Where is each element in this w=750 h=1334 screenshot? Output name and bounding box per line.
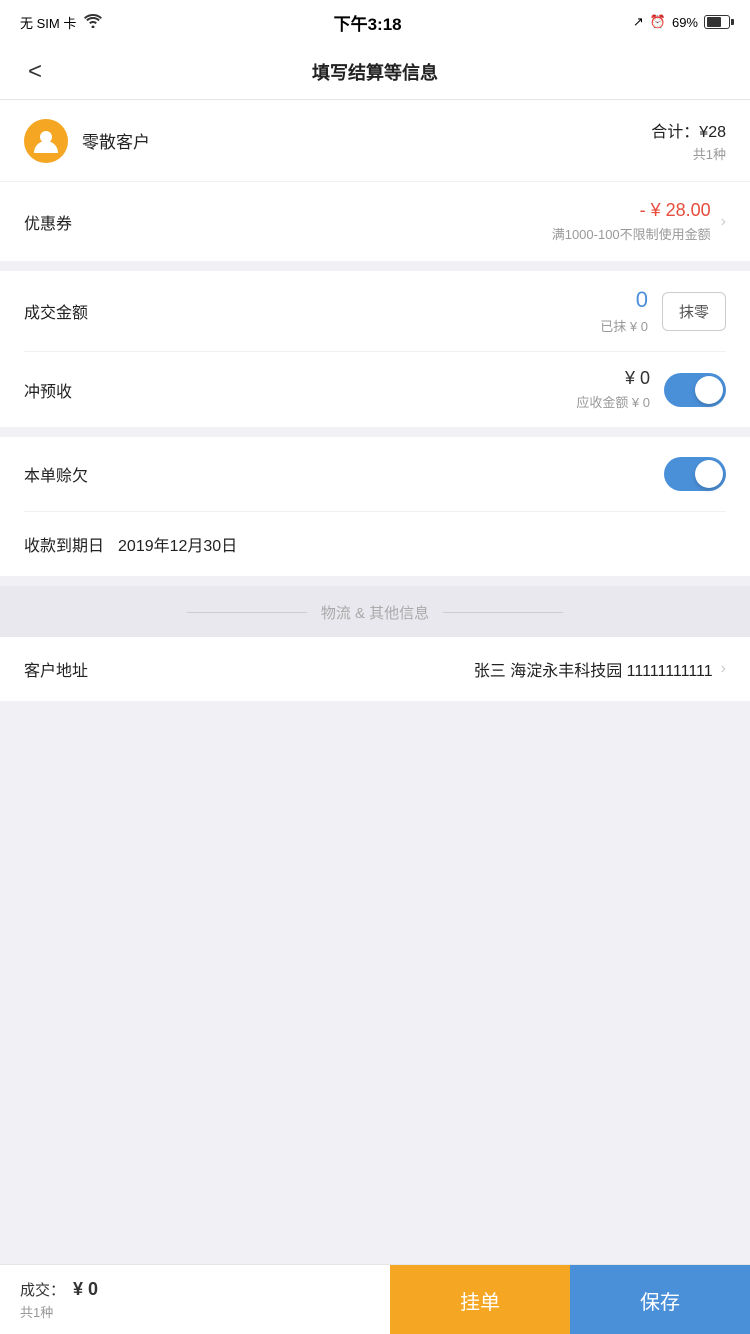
address-right: 张三 海淀永丰科技园 11111111111 ›: [474, 657, 726, 681]
coupon-row[interactable]: 优惠券 - ¥ 28.00 满1000-100不限制使用金额 ›: [0, 181, 750, 261]
empty-space: [0, 711, 750, 911]
prepayment-right: ¥ 0 应收金额 ¥ 0: [576, 368, 726, 411]
status-time: 下午3:18: [334, 10, 402, 35]
save-button[interactable]: 保存: [570, 1265, 750, 1334]
bottom-count: 共1种: [20, 1302, 370, 1321]
pending-button[interactable]: 挂单: [390, 1265, 570, 1334]
coupon-right: - ¥ 28.00 满1000-100不限制使用金额 ›: [552, 200, 726, 243]
deal-amount-col: 0 已抹 ¥ 0: [600, 287, 648, 335]
debit-section: 本单赊欠 收款到期日 2019年12月30日: [0, 437, 750, 576]
bottom-bar: 成交： ¥ 0 共1种 挂单 保存: [0, 1264, 750, 1334]
wifi-icon: [84, 14, 102, 31]
toggle-knob: [695, 376, 723, 404]
nav-bar: < 填写结算等信息: [0, 44, 750, 100]
logistics-label: 物流 & 其他信息: [321, 602, 429, 623]
prepayment-amount: ¥ 0: [625, 368, 650, 389]
alarm-icon: ⏰: [650, 14, 666, 30]
customer-summary: 合计：¥28 共1种: [651, 118, 726, 163]
status-bar: 无 SIM 卡 下午3:18 ↗ ⏰ 69%: [0, 0, 750, 44]
customer-row: 零散客户 合计：¥28 共1种: [0, 100, 750, 181]
battery-icon: [704, 15, 730, 29]
address-chevron-icon: ›: [721, 660, 726, 678]
deal-amount-label: 成交金额: [24, 299, 88, 323]
coupon-label: 优惠券: [24, 210, 72, 234]
divider-line: 物流 & 其他信息: [187, 602, 563, 623]
customer-left: 零散客户: [24, 119, 150, 163]
coupon-desc: 满1000-100不限制使用金额: [552, 224, 711, 243]
avatar: [24, 119, 68, 163]
sim-status: 无 SIM 卡: [20, 13, 76, 32]
prepayment-toggle[interactable]: [664, 373, 726, 407]
address-value: 张三 海淀永丰科技园 11111111111: [474, 657, 713, 681]
summary-total: 合计：¥28: [651, 118, 726, 142]
status-right: ↗ ⏰ 69%: [633, 14, 730, 30]
address-label: 客户地址: [24, 657, 88, 681]
debit-toggle-knob: [695, 460, 723, 488]
customer-section: 零散客户 合计：¥28 共1种 优惠券 - ¥ 28.00 满1000-100不…: [0, 100, 750, 261]
address-section: 客户地址 张三 海淀永丰科技园 11111111111 ›: [0, 637, 750, 701]
logistics-divider: 物流 & 其他信息: [0, 586, 750, 637]
deal-amount-right: 0 已抹 ¥ 0 抹零: [600, 287, 726, 335]
due-date-value[interactable]: 2019年12月30日: [118, 532, 237, 556]
bottom-deal-amount: ¥ 0: [73, 1279, 98, 1300]
coupon-info: - ¥ 28.00 满1000-100不限制使用金额: [552, 200, 711, 243]
status-left: 无 SIM 卡: [20, 13, 102, 32]
deal-amount-section: 成交金额 0 已抹 ¥ 0 抹零 冲预收 ¥ 0 应收金额 ¥ 0: [0, 271, 750, 427]
deal-amount-row: 成交金额 0 已抹 ¥ 0 抹零: [24, 271, 726, 352]
bottom-info: 成交： ¥ 0 共1种: [0, 1265, 390, 1334]
customer-name: 零散客户: [82, 128, 150, 153]
deal-amount-value[interactable]: 0: [636, 287, 648, 313]
due-date-row: 收款到期日 2019年12月30日: [24, 512, 726, 576]
chevron-right-icon: ›: [721, 213, 726, 231]
location-icon: ↗: [633, 14, 644, 30]
deal-amount-sub: 已抹 ¥ 0: [600, 316, 648, 335]
bottom-deal: 成交： ¥ 0: [20, 1279, 370, 1300]
debit-label: 本单赊欠: [24, 462, 88, 486]
prepayment-sub: 应收金额 ¥ 0: [576, 392, 650, 411]
battery-percent: 69%: [672, 15, 698, 30]
address-row[interactable]: 客户地址 张三 海淀永丰科技园 11111111111 ›: [24, 637, 726, 701]
prepayment-col: ¥ 0 应收金额 ¥ 0: [576, 368, 650, 411]
debit-toggle[interactable]: [664, 457, 726, 491]
coupon-amount: - ¥ 28.00: [552, 200, 711, 221]
summary-count: 共1种: [651, 144, 726, 163]
bottom-deal-label: 成交：: [20, 1279, 65, 1300]
debit-row: 本单赊欠: [24, 437, 726, 512]
prepayment-label: 冲预收: [24, 378, 72, 402]
round-zero-button[interactable]: 抹零: [662, 292, 726, 331]
page-title: 填写结算等信息: [312, 59, 438, 85]
back-button[interactable]: <: [20, 50, 50, 94]
prepayment-row: 冲预收 ¥ 0 应收金额 ¥ 0: [24, 352, 726, 427]
due-date-label: 收款到期日: [24, 532, 104, 556]
